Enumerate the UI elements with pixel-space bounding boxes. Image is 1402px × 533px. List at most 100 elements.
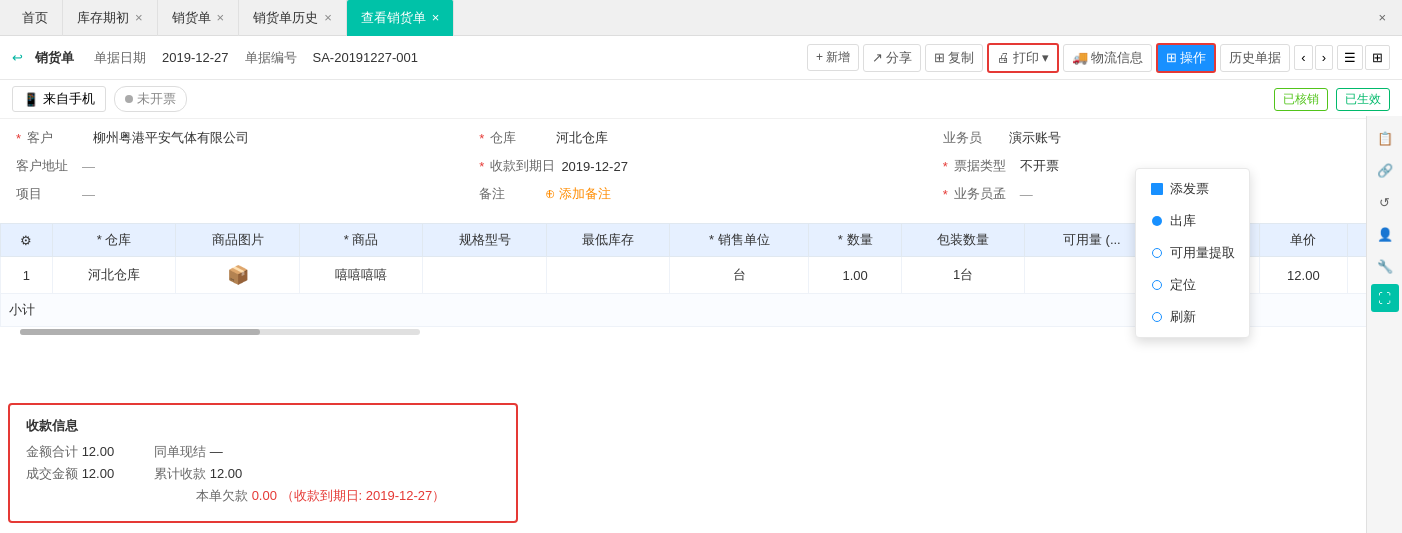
- sidebar-icon-4[interactable]: 👤: [1371, 220, 1399, 248]
- not-open-dot: [125, 95, 133, 103]
- payment-row-3: 本单欠款 0.00 （收款到期日: 2019-12-27）: [26, 487, 500, 505]
- total-receipt-label: 累计收款: [154, 466, 206, 481]
- copy-button[interactable]: ⊞ 复制: [925, 44, 983, 72]
- col-product: * 商品: [299, 224, 423, 257]
- col-warehouse: * 仓库: [52, 224, 176, 257]
- form-row-1: * 客户 柳州粤港平安气体有限公司 * 仓库 河北仓库 业务员 演示账号: [16, 129, 1386, 147]
- tab-sales[interactable]: 销货单 ×: [158, 0, 240, 36]
- tab-view-sales-close[interactable]: ×: [432, 10, 440, 25]
- add-button[interactable]: + 新增: [807, 44, 859, 71]
- row-min-stock: [546, 257, 670, 294]
- status-effect: 已生效: [1336, 88, 1390, 111]
- dropdown-item-available[interactable]: 可用量提取: [1136, 237, 1249, 269]
- date-value: 2019-12-27: [162, 50, 229, 65]
- row-product: 嘻嘻嘻嘻: [299, 257, 423, 294]
- tab-sales-history[interactable]: 销货单历史 ×: [239, 0, 347, 36]
- next-button[interactable]: ›: [1315, 45, 1333, 70]
- same-bill-value: —: [210, 444, 223, 459]
- sidebar-icon-3[interactable]: ↺: [1371, 188, 1399, 216]
- deal-label: 成交金额: [26, 466, 78, 481]
- payment-title: 收款信息: [26, 417, 500, 435]
- sidebar-icon-6[interactable]: ⛶: [1371, 284, 1399, 312]
- warehouse-field: * 仓库 河北仓库: [479, 129, 922, 147]
- remark-field: 备注 ⊕ 添加备注: [479, 185, 922, 203]
- no-label: 单据编号: [245, 49, 297, 67]
- dropdown-menu: 添发票 出库 可用量提取 定位 刷新: [1135, 168, 1250, 338]
- row-pkg-qty: 1台: [901, 257, 1025, 294]
- row-warehouse: 河北仓库: [52, 257, 176, 294]
- logistics-button[interactable]: 🚚 物流信息: [1063, 44, 1152, 72]
- close-all-button[interactable]: ×: [1370, 10, 1394, 25]
- toolbar-actions: + 新增 ↗ 分享 ⊞ 复制 🖨 打印 ▾ 🚚 物流信息 ⊞ 操作 历史单据 ‹…: [807, 43, 1390, 73]
- tab-sales-close[interactable]: ×: [217, 10, 225, 25]
- total-receipt-value: 12.00: [210, 466, 243, 481]
- address-field: 客户地址 —: [16, 157, 459, 175]
- grid-view-button[interactable]: ⊞: [1365, 45, 1390, 70]
- row-unit: 台: [670, 257, 809, 294]
- same-bill-label: 同单现结: [154, 444, 206, 459]
- tab-inventory-close[interactable]: ×: [135, 10, 143, 25]
- view-toggle: ☰ ⊞: [1337, 45, 1390, 70]
- col-price: 单价: [1259, 224, 1348, 257]
- list-view-button[interactable]: ☰: [1337, 45, 1363, 70]
- sidebar-icon-2[interactable]: 🔗: [1371, 156, 1399, 184]
- payment-info: 收款信息 金额合计 12.00 同单现结 — 成交金额 12.00 累计收款 1…: [8, 403, 518, 523]
- operate-button[interactable]: ⊞ 操作: [1156, 43, 1216, 73]
- row-image: 📦: [176, 257, 300, 294]
- right-sidebar: 📋 🔗 ↺ 👤 🔧 ⛶: [1366, 116, 1402, 533]
- due-label: 本单欠款: [196, 488, 248, 503]
- phone-icon: 📱: [23, 92, 39, 107]
- refresh-icon: [1150, 310, 1164, 324]
- dropdown-item-invoice[interactable]: 添发票: [1136, 173, 1249, 205]
- dropdown-item-refresh[interactable]: 刷新: [1136, 301, 1249, 333]
- doc-title: 销货单: [35, 49, 74, 67]
- payment-row-2: 成交金额 12.00 累计收款 12.00: [26, 465, 500, 483]
- tab-bar: 首页 库存期初 × 销货单 × 销货单历史 × 查看销货单 × ×: [0, 0, 1402, 36]
- due-note: （收款到期日: 2019-12-27）: [281, 488, 446, 503]
- dropdown-item-outbound[interactable]: 出库: [1136, 205, 1249, 237]
- row-qty: 1.00: [809, 257, 901, 294]
- invoice-icon: [1150, 182, 1164, 196]
- col-unit: * 销售单位: [670, 224, 809, 257]
- not-open-ticket-button[interactable]: 未开票: [114, 86, 187, 112]
- no-value: SA-20191227-001: [313, 50, 419, 65]
- operate-icon: ⊞: [1166, 50, 1177, 65]
- due-date-field: * 收款到期日 2019-12-27: [479, 157, 922, 175]
- col-pkg-qty: 包装数量: [901, 224, 1025, 257]
- doc-icon: ↩: [12, 50, 23, 65]
- dropdown-item-locate[interactable]: 定位: [1136, 269, 1249, 301]
- col-min-stock: 最低库存: [546, 224, 670, 257]
- share-button[interactable]: ↗ 分享: [863, 44, 921, 72]
- from-phone-button[interactable]: 📱 来自手机: [12, 86, 106, 112]
- row-spec: [423, 257, 547, 294]
- amount-label: 金额合计: [26, 444, 78, 459]
- amount-value: 12.00: [82, 444, 115, 459]
- outbound-icon: [1150, 214, 1164, 228]
- project-field: 项目 —: [16, 185, 459, 203]
- prev-button[interactable]: ‹: [1294, 45, 1312, 70]
- tab-sales-history-close[interactable]: ×: [324, 10, 332, 25]
- share-icon: ↗: [872, 50, 883, 65]
- customer-field: * 客户 柳州粤港平安气体有限公司: [16, 129, 459, 147]
- toolbar: ↩ 销货单 单据日期 2019-12-27 单据编号 SA-20191227-0…: [0, 36, 1402, 80]
- history-button[interactable]: 历史单据: [1220, 44, 1290, 72]
- sidebar-icon-5[interactable]: 🔧: [1371, 252, 1399, 280]
- locate-icon: [1150, 278, 1164, 292]
- truck-icon: 🚚: [1072, 50, 1088, 65]
- tab-inventory[interactable]: 库存期初 ×: [63, 0, 158, 36]
- tab-view-sales[interactable]: 查看销货单 ×: [347, 0, 455, 36]
- deal-value: 12.00: [82, 466, 115, 481]
- row-price: 12.00: [1259, 257, 1348, 294]
- print-button[interactable]: 🖨 打印 ▾: [987, 43, 1059, 73]
- copy-icon: ⊞: [934, 50, 945, 65]
- status-verified: 已核销: [1274, 88, 1328, 111]
- sidebar-icon-1[interactable]: 📋: [1371, 124, 1399, 152]
- add-remark-button[interactable]: ⊕ 添加备注: [545, 185, 611, 203]
- col-qty: * 数量: [809, 224, 901, 257]
- tab-home[interactable]: 首页: [8, 0, 63, 36]
- available-icon: [1150, 246, 1164, 260]
- col-settings[interactable]: ⚙: [1, 224, 53, 257]
- date-label: 单据日期: [94, 49, 146, 67]
- staff-field: 业务员 演示账号: [943, 129, 1386, 147]
- nav-arrows: ‹ ›: [1294, 45, 1333, 70]
